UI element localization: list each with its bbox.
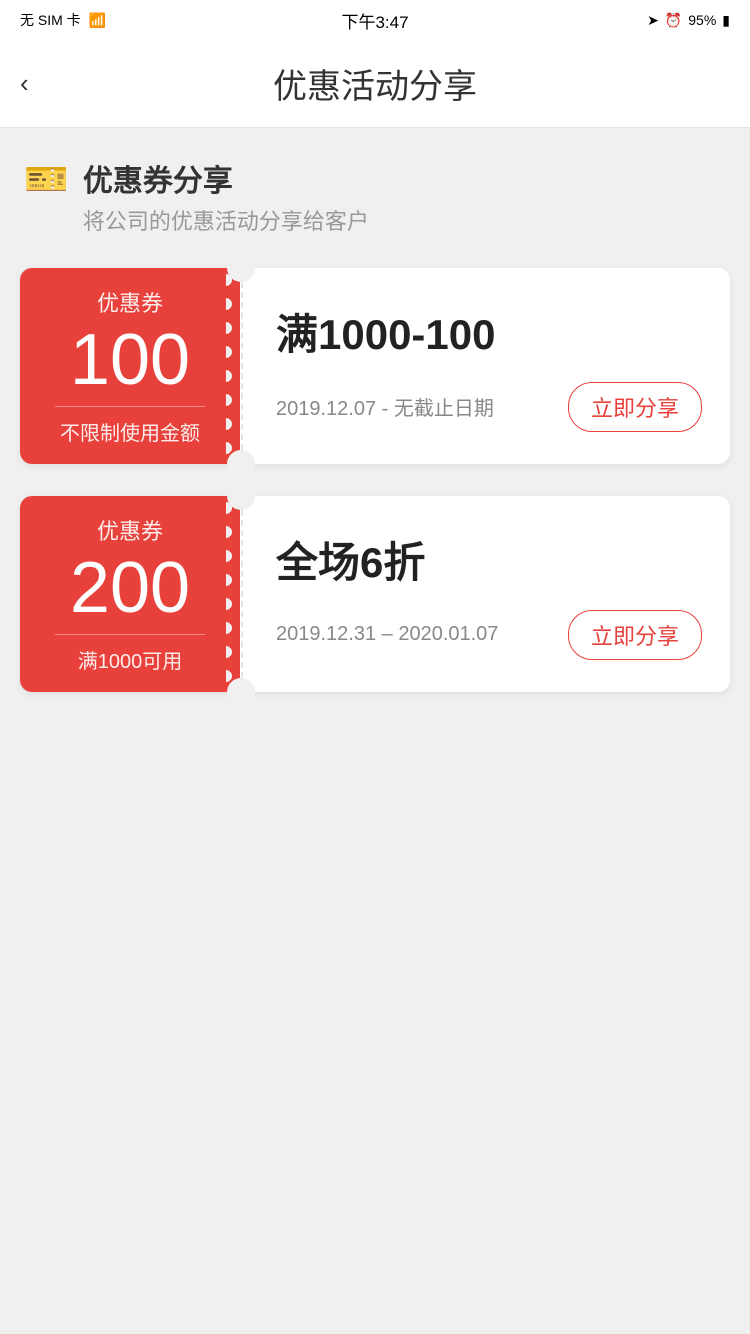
page-title: 优惠活动分享 [273,59,477,108]
notch-bottom [227,450,255,478]
share-button[interactable]: 立即分享 [568,382,702,432]
coupon-bottom-row: 2019.12.31 – 2020.01.07 立即分享 [276,610,702,660]
coupon-section-icon: 🎫 [24,158,69,200]
status-time: 下午3:47 [341,8,408,33]
battery-text: 95% [688,12,716,28]
coupon-list: 优惠券 100 不限制使用金额 满1000-100 2019.12.07 - 无… [0,252,750,748]
status-bar: 无 SIM 卡 📶 下午3:47 ➤ ⏰ 95% ▮ [0,0,750,40]
no-sim-text: 无 SIM 卡 [20,10,81,30]
coupon-label: 优惠券 [97,514,163,546]
coupon-name: 全场6折 [276,529,702,590]
back-button[interactable]: ‹ [20,68,29,99]
coupon-condition: 不限制使用金额 [60,417,200,446]
status-left: 无 SIM 卡 📶 [20,10,106,30]
notch-bottom [227,678,255,706]
notch-top [227,482,255,510]
coupon-left: 优惠券 100 不限制使用金额 [20,268,240,464]
coupon-right: 满1000-100 2019.12.07 - 无截止日期 立即分享 [240,268,730,464]
coupon-condition: 满1000可用 [78,645,183,674]
section-text-group: 优惠券分享 将公司的优惠活动分享给客户 [83,156,369,236]
coupon-left: 优惠券 200 满1000可用 [20,496,240,692]
location-icon: ➤ [647,12,659,29]
nav-bar: ‹ 优惠活动分享 [0,40,750,128]
coupon-card: 优惠券 200 满1000可用 全场6折 2019.12.31 – 2020.0… [20,496,730,692]
coupon-name: 满1000-100 [276,301,702,362]
coupon-amount: 200 [70,552,190,624]
coupon-right: 全场6折 2019.12.31 – 2020.01.07 立即分享 [240,496,730,692]
coupon-date: 2019.12.31 – 2020.01.07 [276,623,498,646]
share-button[interactable]: 立即分享 [568,610,702,660]
notch-top [227,254,255,282]
coupon-divider-line [55,634,205,635]
coupon-label: 优惠券 [97,286,163,318]
section-title: 优惠券分享 [83,156,369,200]
section-subtitle: 将公司的优惠活动分享给客户 [83,204,369,236]
section-header: 🎫 优惠券分享 将公司的优惠活动分享给客户 [0,128,750,252]
coupon-card: 优惠券 100 不限制使用金额 满1000-100 2019.12.07 - 无… [20,268,730,464]
alarm-icon: ⏰ [665,12,682,29]
coupon-divider-line [55,406,205,407]
bottom-spacer [0,748,750,1308]
status-right: ➤ ⏰ 95% ▮ [647,12,730,29]
coupon-amount: 100 [70,324,190,396]
coupon-bottom-row: 2019.12.07 - 无截止日期 立即分享 [276,382,702,432]
battery-icon: ▮ [722,12,730,29]
coupon-date: 2019.12.07 - 无截止日期 [276,392,494,421]
wifi-icon: 📶 [89,12,106,29]
